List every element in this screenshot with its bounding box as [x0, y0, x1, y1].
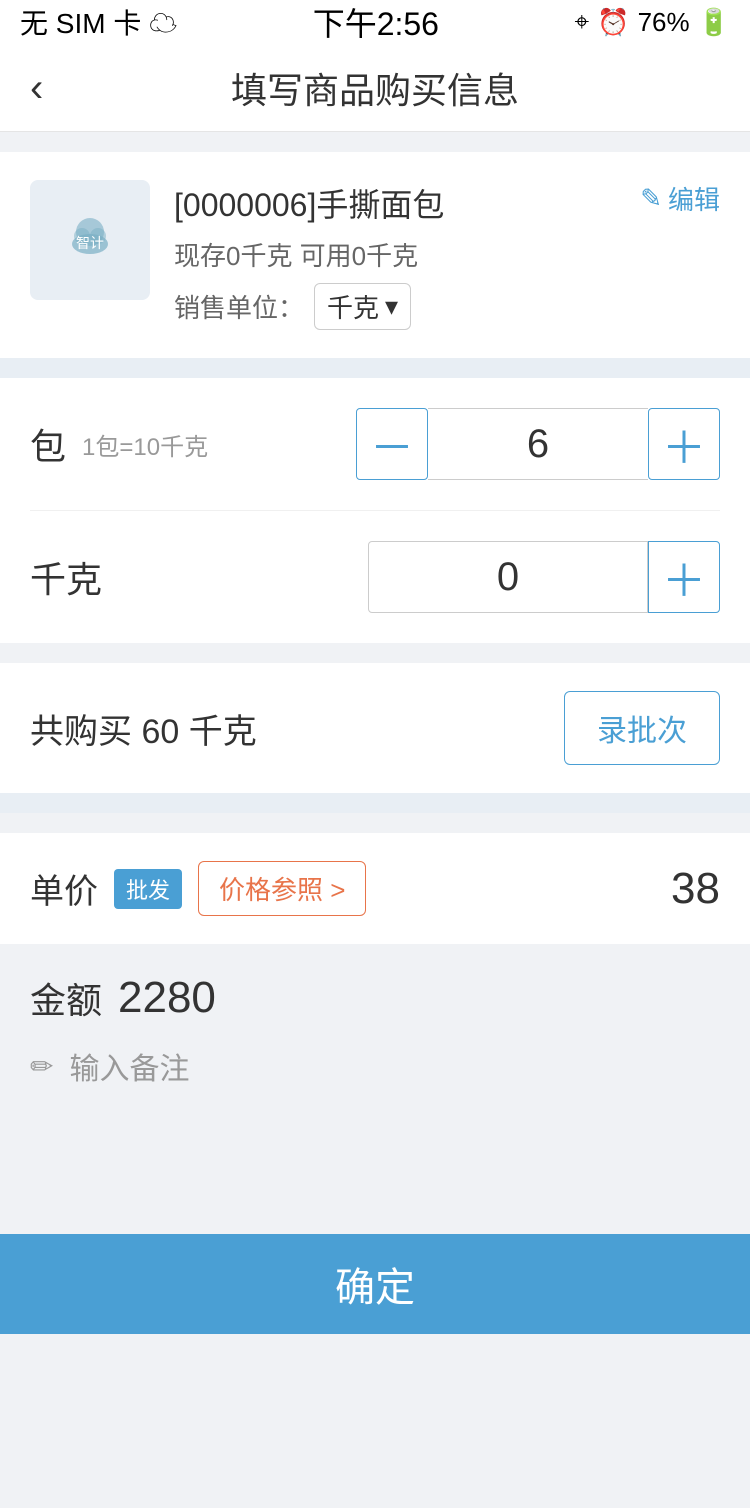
battery-icon: 🔋 [698, 7, 730, 38]
product-unit: 销售单位： 千克 ▾ [174, 283, 616, 330]
product-card: 智计 [0000006]手撕面包 现存0千克 可用0千克 销售单位： 千克 ▾ … [0, 152, 750, 358]
note-placeholder: 输入备注 [69, 1044, 189, 1088]
edit-icon: ✎ [640, 183, 662, 214]
amount-value: 2280 [118, 973, 216, 1023]
status-time: 下午2:56 [313, 0, 439, 45]
price-ref-button[interactable]: 价格参照 > [198, 861, 366, 916]
kg-label: 千克 [30, 551, 102, 603]
page-title: 填写商品购买信息 [231, 62, 519, 114]
price-value: 38 [671, 864, 720, 914]
kg-controls: ＋ [368, 541, 720, 613]
section-divider-2 [0, 793, 750, 813]
back-button[interactable]: ‹ [30, 68, 43, 108]
status-right: ⌖ ⏰ 76% 🔋 [575, 6, 730, 38]
product-stock: 现存0千克 可用0千克 [174, 236, 616, 273]
package-hint: 1包=10千克 [82, 427, 208, 462]
summary-section: 共购买 60 千克 录批次 [0, 663, 750, 793]
price-label: 单价 [30, 864, 98, 913]
summary-text: 共购买 60 千克 [30, 704, 257, 753]
amount-row: 金额 2280 [30, 972, 720, 1024]
package-controls: － ＋ [356, 408, 720, 480]
package-input[interactable] [428, 408, 648, 480]
note-row[interactable]: ✏ 输入备注 [30, 1044, 720, 1088]
sim-status: 无 SIM 卡 ☁ [20, 2, 177, 42]
amount-section: 金额 2280 ✏ 输入备注 [0, 944, 750, 1108]
svg-text:智计: 智计 [76, 235, 104, 251]
package-row: 包 1包=10千克 － ＋ [30, 378, 720, 511]
nav-bar: ‹ 填写商品购买信息 [0, 44, 750, 132]
price-left: 单价 批发 价格参照 > [30, 861, 366, 916]
location-icon: ⌖ [575, 6, 590, 38]
package-plus-button[interactable]: ＋ [648, 408, 720, 480]
unit-selector[interactable]: 千克 ▾ [314, 283, 411, 330]
kg-plus-button[interactable]: ＋ [648, 541, 720, 613]
price-row: 单价 批发 价格参照 > 38 [30, 861, 720, 916]
price-section: 单价 批发 价格参照 > 38 [0, 833, 750, 944]
product-info: [0000006]手撕面包 现存0千克 可用0千克 销售单位： 千克 ▾ [174, 180, 616, 330]
input-section: 包 1包=10千克 － ＋ 千克 ＋ [0, 378, 750, 643]
alarm-icon: ⏰ [597, 7, 629, 38]
package-minus-button[interactable]: － [356, 408, 428, 480]
amount-label: 金额 [30, 972, 102, 1024]
battery-level: 76% [638, 7, 690, 38]
package-label: 包 1包=10千克 [30, 418, 208, 470]
product-name: [0000006]手撕面包 [174, 180, 616, 226]
kg-input[interactable] [368, 541, 648, 613]
status-bar: 无 SIM 卡 ☁ 下午2:56 ⌖ ⏰ 76% 🔋 [0, 0, 750, 44]
product-image: 智计 [30, 180, 150, 300]
confirm-button[interactable]: 确定 [0, 1234, 750, 1334]
kg-row: 千克 ＋ [30, 511, 720, 643]
price-tag: 批发 [114, 869, 182, 909]
edit-button[interactable]: ✎ 编辑 [640, 180, 720, 217]
chevron-down-icon: ▾ [385, 291, 398, 322]
section-divider-1 [0, 358, 750, 378]
status-left: 无 SIM 卡 ☁ [20, 2, 177, 42]
pencil-icon: ✏ [30, 1050, 53, 1083]
batch-button[interactable]: 录批次 [564, 691, 720, 765]
